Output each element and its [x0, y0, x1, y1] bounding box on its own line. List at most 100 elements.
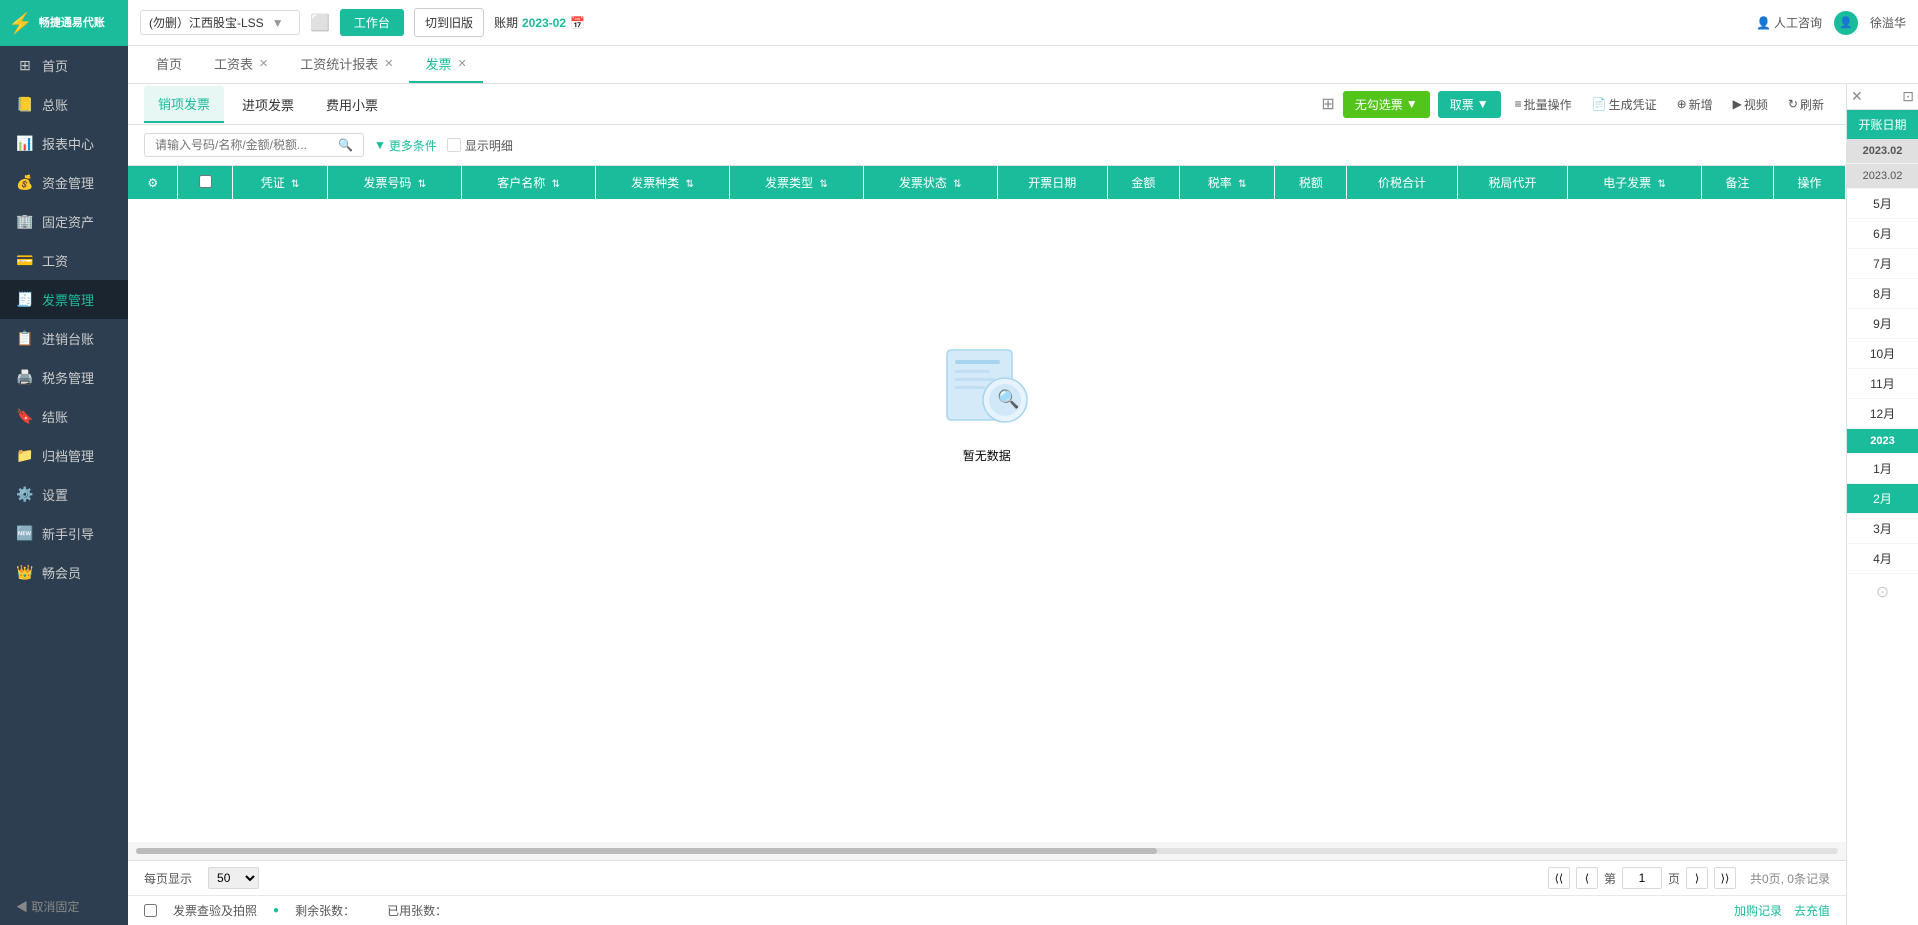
per-page-select[interactable]: 10 20 50 100 — [208, 867, 259, 889]
date-sidebar-close-button[interactable]: ✕ — [1851, 88, 1863, 105]
sidebar-unpin[interactable]: ◀ 取消固定 — [0, 888, 128, 925]
ai-consult-link[interactable]: 👤 人工咨询 — [1756, 14, 1822, 31]
date-month-7[interactable]: 7月 — [1847, 249, 1918, 279]
more-conditions-button[interactable]: ▼ 更多条件 — [374, 137, 437, 154]
take-ticket-button[interactable]: 取票 ▼ — [1438, 91, 1501, 118]
next-page-button[interactable]: ⟩ — [1686, 867, 1708, 889]
page-number-input[interactable] — [1622, 867, 1662, 889]
avatar[interactable]: 👤 — [1834, 11, 1858, 35]
sidebar-item-settings[interactable]: ⚙️ 设置 — [0, 475, 128, 514]
sort-icon-customer[interactable]: ⇅ — [552, 179, 560, 190]
search-input[interactable] — [155, 138, 334, 152]
invoice-check-checkbox[interactable] — [144, 904, 157, 917]
sort-icon-invoice-type[interactable]: ⇅ — [685, 179, 693, 190]
sort-icon-electronic[interactable]: ⇅ — [1657, 179, 1665, 190]
first-page-button[interactable]: ⟨⟨ — [1548, 867, 1570, 889]
date-month-9[interactable]: 9月 — [1847, 309, 1918, 339]
date-entry-2023-02-first: 2023.02 — [1847, 139, 1918, 164]
tab-salary-report-close[interactable]: ✕ — [384, 57, 393, 70]
date-month-2023-2[interactable]: 2月 — [1847, 484, 1918, 514]
switch-old-button[interactable]: 切到旧版 — [414, 8, 484, 37]
sidebar-label-purchase: 进销台账 — [42, 329, 94, 348]
sort-icon-status[interactable]: ⇅ — [953, 179, 961, 190]
search-container: 🔍 — [144, 133, 364, 157]
tab-salary[interactable]: 工资表 ✕ — [198, 46, 284, 83]
company-selector[interactable]: (勿删）江西股宝-LSS ▼ — [140, 10, 300, 35]
date-month-2023-1[interactable]: 1月 — [1847, 454, 1918, 484]
col-invoice-no: 发票号码 ⇅ — [328, 166, 462, 199]
open-period-header[interactable]: 开账日期 — [1847, 110, 1918, 139]
date-month-11[interactable]: 11月 — [1847, 369, 1918, 399]
show-detail-toggle[interactable]: 显示明细 — [447, 137, 513, 154]
video-button[interactable]: ▶ 视频 — [1727, 92, 1774, 117]
invoice-table: ⚙ 凭证 ⇅ 发票号码 ⇅ 客户名称 ⇅ 发票种类 ⇅ 发票类型 ⇅ 发票状态 … — [128, 166, 1846, 599]
col-checkbox[interactable] — [178, 166, 232, 199]
tab-home-label: 首页 — [156, 54, 182, 73]
generate-voucher-button[interactable]: 📄 生成凭证 — [1586, 92, 1663, 117]
show-detail-checkbox[interactable] — [447, 138, 461, 152]
col-settings[interactable]: ⚙ — [128, 166, 178, 199]
year-2023-label: 2023 — [1847, 429, 1918, 454]
add-record-link[interactable]: 加购记录 — [1734, 902, 1782, 919]
col-remarks: 备注 — [1701, 166, 1773, 199]
tab-invoice[interactable]: 发票 ✕ — [409, 46, 482, 83]
last-page-button[interactable]: ⟩⟩ — [1714, 867, 1736, 889]
select-all-checkbox[interactable] — [199, 175, 212, 188]
col-tax-rate: 税率 ⇅ — [1179, 166, 1275, 199]
sub-tab-sales[interactable]: 销项发票 — [144, 86, 224, 123]
batch-ops-button[interactable]: ≡ 批量操作 — [1509, 92, 1578, 117]
no-selection-dropdown-icon: ▼ — [1406, 97, 1418, 111]
new-icon: ⊕ — [1677, 97, 1687, 111]
batch-ops-icon: ≡ — [1515, 97, 1522, 111]
workbench-button[interactable]: 工作台 — [340, 9, 404, 36]
sidebar-label-settings: 设置 — [42, 485, 68, 504]
date-month-6[interactable]: 6月 — [1847, 219, 1918, 249]
sidebar-item-funds[interactable]: 💰 资金管理 — [0, 163, 128, 202]
sidebar-item-assets[interactable]: 🏢 固定资产 — [0, 202, 128, 241]
company-name: (勿删）江西股宝-LSS — [149, 14, 264, 31]
sidebar-item-salary[interactable]: 💳 工资 — [0, 241, 128, 280]
page-prefix-label: 第 — [1604, 870, 1616, 887]
tab-salary-report[interactable]: 工资统计报表 ✕ — [284, 46, 409, 83]
horizontal-scrollbar[interactable] — [136, 848, 1838, 854]
sidebar-item-guide[interactable]: 🆕 新手引导 — [0, 514, 128, 553]
date-month-2023-4[interactable]: 4月 — [1847, 544, 1918, 574]
prev-page-button[interactable]: ⟨ — [1576, 867, 1598, 889]
sidebar-item-purchase[interactable]: 📋 进销台账 — [0, 319, 128, 358]
sort-icon-invoice-no[interactable]: ⇅ — [418, 179, 426, 190]
more-conditions-label: 更多条件 — [389, 137, 437, 154]
grid-icon-button[interactable]: ⊞ — [1321, 94, 1334, 114]
col-date: 开票日期 — [997, 166, 1107, 199]
sidebar-item-reports[interactable]: 📊 报表中心 — [0, 124, 128, 163]
date-month-2023-3[interactable]: 3月 — [1847, 514, 1918, 544]
refresh-button[interactable]: ↻ 刷新 — [1782, 92, 1830, 117]
tab-home[interactable]: 首页 — [140, 46, 198, 83]
sub-tab-purchase[interactable]: 进项发票 — [228, 87, 308, 122]
sidebar-item-ledger[interactable]: 📒 总账 — [0, 85, 128, 124]
sort-icon-tax-rate[interactable]: ⇅ — [1238, 179, 1246, 190]
date-month-10[interactable]: 10月 — [1847, 339, 1918, 369]
no-selection-button[interactable]: 无勾选票 ▼ — [1343, 91, 1430, 118]
sidebar-item-member[interactable]: 👑 畅会员 — [0, 553, 128, 592]
date-month-12[interactable]: 12月 — [1847, 399, 1918, 429]
user-name: 徐溢华 — [1870, 14, 1906, 31]
total-records-text: 共0页, 0条记录 — [1750, 870, 1830, 887]
date-sidebar-expand-button[interactable]: ⊡ — [1902, 88, 1914, 105]
period-value: 2023-02 — [522, 16, 566, 30]
tab-invoice-close[interactable]: ✕ — [458, 57, 467, 70]
sidebar-item-invoice[interactable]: 🧾 发票管理 — [0, 280, 128, 319]
new-button[interactable]: ⊕ 新增 — [1671, 92, 1719, 117]
tab-salary-close[interactable]: ✕ — [259, 57, 268, 70]
go-buy-link[interactable]: 去充值 — [1794, 902, 1830, 919]
sort-icon-invoice-kind[interactable]: ⇅ — [819, 179, 827, 190]
sidebar-item-settlement[interactable]: 🔖 结账 — [0, 397, 128, 436]
date-month-5[interactable]: 5月 — [1847, 189, 1918, 219]
sidebar-item-tax[interactable]: 🖨️ 税务管理 — [0, 358, 128, 397]
sidebar-item-home[interactable]: ⊞ 首页 — [0, 46, 128, 85]
copy-button[interactable]: ⬜ — [310, 13, 330, 33]
date-month-8[interactable]: 8月 — [1847, 279, 1918, 309]
scroll-thumb[interactable] — [136, 848, 1157, 854]
sort-icon-voucher[interactable]: ⇅ — [291, 179, 299, 190]
sub-tab-expense[interactable]: 费用小票 — [312, 87, 392, 122]
sidebar-item-archive[interactable]: 📁 归档管理 — [0, 436, 128, 475]
